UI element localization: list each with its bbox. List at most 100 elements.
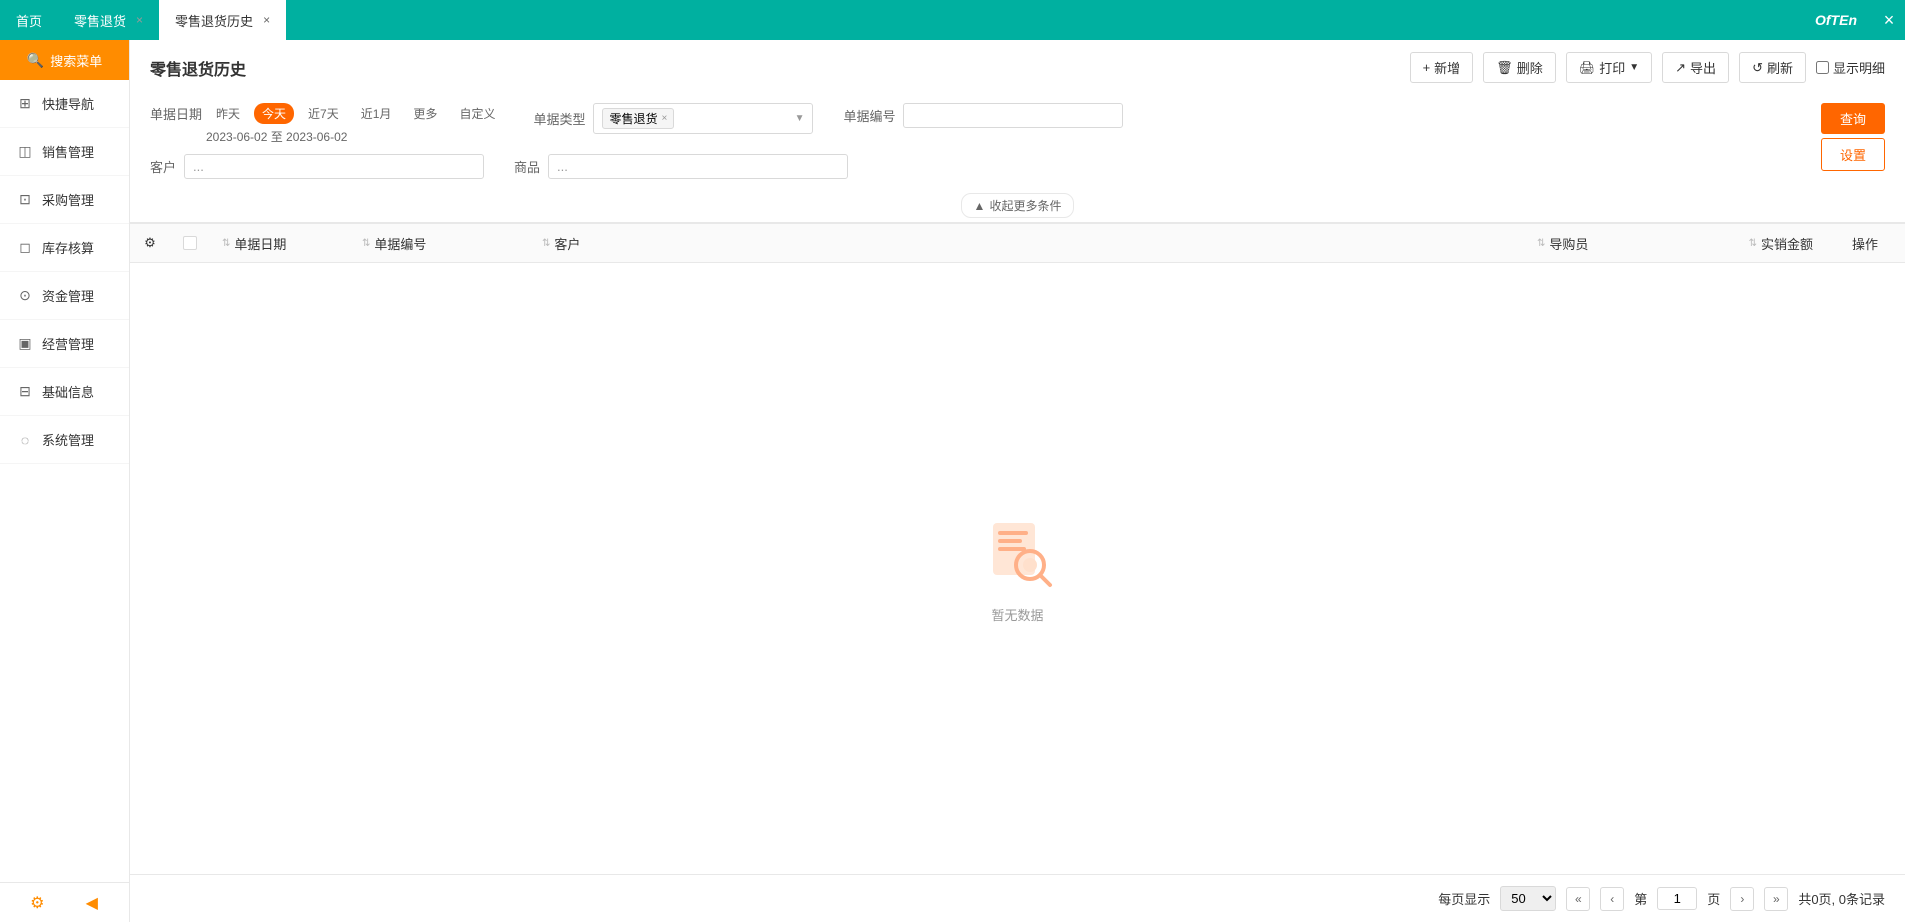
table-area: ⚙ ⇅ 单据日期 ⇅ 单据编号 ⇅ 客户 ⇅ xyxy=(130,223,1905,874)
next-page-button[interactable]: › xyxy=(1730,887,1754,911)
filter-bill-no: 单据编号 xyxy=(843,103,1123,128)
sidebar-item-inventory[interactable]: ◻ 库存核算 xyxy=(0,224,129,272)
th-bill-no[interactable]: ⇅ 单据编号 xyxy=(350,234,530,253)
sidebar-item-system[interactable]: ◌ 系统管理 xyxy=(0,416,129,464)
empty-illustration xyxy=(978,513,1058,593)
system-icon: ◌ xyxy=(16,431,34,449)
bill-type-label: 单据类型 xyxy=(533,109,585,128)
purchase-mgmt-icon: ⊡ xyxy=(16,191,34,209)
query-button[interactable]: 查询 xyxy=(1821,103,1885,134)
delete-button[interactable]: 🗑 删除 xyxy=(1483,52,1556,83)
delete-icon: 🗑 xyxy=(1496,60,1513,76)
th-amount-label: 实销金额 xyxy=(1761,234,1813,253)
th-action-label: 操作 xyxy=(1852,234,1878,253)
goods-select[interactable]: ... xyxy=(548,154,848,179)
filter-customer: 客户 ... xyxy=(150,154,484,179)
table-header: ⚙ ⇅ 单据日期 ⇅ 单据编号 ⇅ 客户 ⇅ xyxy=(130,223,1905,263)
sidebar-settings-button[interactable]: ⚙ xyxy=(23,889,51,917)
query-setting-area: 查询 设置 xyxy=(1821,103,1885,171)
bill-type-dropdown-icon: ▼ xyxy=(795,113,805,124)
main-content: 零售退货历史 + 新增 🗑 删除 🖨 打印 ▼ xyxy=(130,40,1905,922)
empty-state: 暂无数据 xyxy=(130,263,1905,874)
tab-home[interactable]: 首页 xyxy=(0,0,58,40)
bill-type-select[interactable]: 零售退货 × ▼ xyxy=(593,103,813,134)
th-bill-date[interactable]: ⇅ 单据日期 xyxy=(210,234,350,253)
th-amount-sort-icon: ⇅ xyxy=(1749,238,1757,249)
th-check[interactable] xyxy=(170,236,210,250)
export-button[interactable]: ↗ 导出 xyxy=(1662,52,1729,83)
sidebar-item-label-purchase-mgmt: 采购管理 xyxy=(42,190,94,209)
first-page-button[interactable]: « xyxy=(1566,887,1590,911)
tab-return[interactable]: 零售退货 × xyxy=(58,0,159,40)
sidebar-search-label: 搜索菜单 xyxy=(50,51,102,70)
date-today[interactable]: 今天 xyxy=(254,103,294,124)
th-guide[interactable]: ⇅ 导购员 xyxy=(1525,234,1675,253)
th-customer[interactable]: ⇅ 客户 xyxy=(530,234,1525,253)
prev-page-button[interactable]: ‹ xyxy=(1600,887,1624,911)
sidebar-item-basic-info[interactable]: ⊟ 基础信息 xyxy=(0,368,129,416)
th-action: 操作 xyxy=(1825,234,1905,253)
th-bill-no-label: 单据编号 xyxy=(374,234,426,253)
window-close-button[interactable]: × xyxy=(1873,4,1905,36)
per-page-select[interactable]: 50 10 20 100 xyxy=(1500,886,1556,911)
tab-return-history[interactable]: 零售退货历史 × xyxy=(159,0,286,40)
display-switch[interactable]: 显示明细 xyxy=(1816,58,1885,77)
new-button[interactable]: + 新增 xyxy=(1410,52,1474,83)
sidebar-item-label-basic-info: 基础信息 xyxy=(42,382,94,401)
tab-return-history-close[interactable]: × xyxy=(263,13,270,27)
new-icon: + xyxy=(1423,60,1431,75)
filter-goods: 商品 ... xyxy=(514,154,848,179)
delete-label: 删除 xyxy=(1517,58,1543,77)
date-more[interactable]: 更多 xyxy=(405,103,445,124)
th-guide-label: 导购员 xyxy=(1549,234,1588,253)
date-7days[interactable]: 近7天 xyxy=(300,103,347,124)
bill-type-value: 零售退货 xyxy=(609,110,657,127)
filter-area: 单据日期 昨天 今天 近7天 近1月 更多 自定义 2023-06- xyxy=(150,95,1885,222)
bill-no-input[interactable] xyxy=(903,103,1123,128)
setting-button[interactable]: 设置 xyxy=(1821,138,1885,171)
th-settings[interactable]: ⚙ xyxy=(130,235,170,251)
sidebar-search[interactable]: 🔍 搜索菜单 xyxy=(0,40,129,80)
sidebar-item-operations[interactable]: ▣ 经营管理 xyxy=(0,320,129,368)
th-guide-sort-icon: ⇅ xyxy=(1537,238,1545,249)
filter-bill-type: 单据类型 零售退货 × ▼ xyxy=(533,103,813,134)
header-checkbox[interactable] xyxy=(183,236,197,250)
topbar-brand: OfTEn xyxy=(1815,12,1873,28)
topbar: 首页 零售退货 × 零售退货历史 × OfTEn × xyxy=(0,0,1905,40)
refresh-icon: ↺ xyxy=(1752,60,1763,76)
th-bill-no-sort-icon: ⇅ xyxy=(362,238,370,249)
refresh-button[interactable]: ↺ 刷新 xyxy=(1739,52,1806,83)
th-bill-date-label: 单据日期 xyxy=(234,234,286,253)
finance-icon: ⊙ xyxy=(16,287,34,305)
sidebar-item-quick-nav[interactable]: ⊞ 快捷导航 xyxy=(0,80,129,128)
filter-bill-date: 单据日期 昨天 今天 近7天 近1月 更多 自定义 2023-06- xyxy=(150,103,503,146)
display-detail-checkbox[interactable] xyxy=(1816,61,1829,74)
date-yesterday[interactable]: 昨天 xyxy=(208,103,248,124)
export-label: 导出 xyxy=(1690,58,1716,77)
page-number-input[interactable] xyxy=(1657,887,1697,910)
sidebar-item-finance[interactable]: ⊙ 资金管理 xyxy=(0,272,129,320)
bill-type-remove[interactable]: × xyxy=(661,113,667,124)
th-amount[interactable]: ⇅ 实销金额 xyxy=(1675,234,1825,253)
refresh-label: 刷新 xyxy=(1767,58,1793,77)
customer-select[interactable]: ... xyxy=(184,154,484,179)
sidebar-item-sales-mgmt[interactable]: ◫ 销售管理 xyxy=(0,128,129,176)
sidebar-item-purchase-mgmt[interactable]: ⊡ 采购管理 xyxy=(0,176,129,224)
sidebar-item-label-system: 系统管理 xyxy=(42,430,94,449)
collapse-button[interactable]: ▲ 收起更多条件 xyxy=(961,193,1075,218)
sidebar-nav: ⊞ 快捷导航 ◫ 销售管理 ⊡ 采购管理 ◻ 库存核算 ⊙ 资金管理 ▣ 经营管… xyxy=(0,80,129,882)
print-label: 打印 xyxy=(1599,58,1625,77)
last-page-button[interactable]: » xyxy=(1764,887,1788,911)
tab-return-close[interactable]: × xyxy=(136,13,143,27)
sidebar-item-label-operations: 经营管理 xyxy=(42,334,94,353)
basic-info-icon: ⊟ xyxy=(16,383,34,401)
tab-home-label: 首页 xyxy=(16,11,42,30)
date-custom[interactable]: 自定义 xyxy=(451,103,503,124)
sidebar-collapse-button[interactable]: ◀ xyxy=(78,889,106,917)
date-filter: 昨天 今天 近7天 近1月 更多 自定义 xyxy=(208,103,503,124)
collapse-label: 收起更多条件 xyxy=(989,197,1061,214)
sales-mgmt-icon: ◫ xyxy=(16,143,34,161)
date-1month[interactable]: 近1月 xyxy=(353,103,400,124)
print-button[interactable]: 🖨 打印 ▼ xyxy=(1566,52,1652,83)
brand-name: OfTEn xyxy=(1815,12,1857,28)
